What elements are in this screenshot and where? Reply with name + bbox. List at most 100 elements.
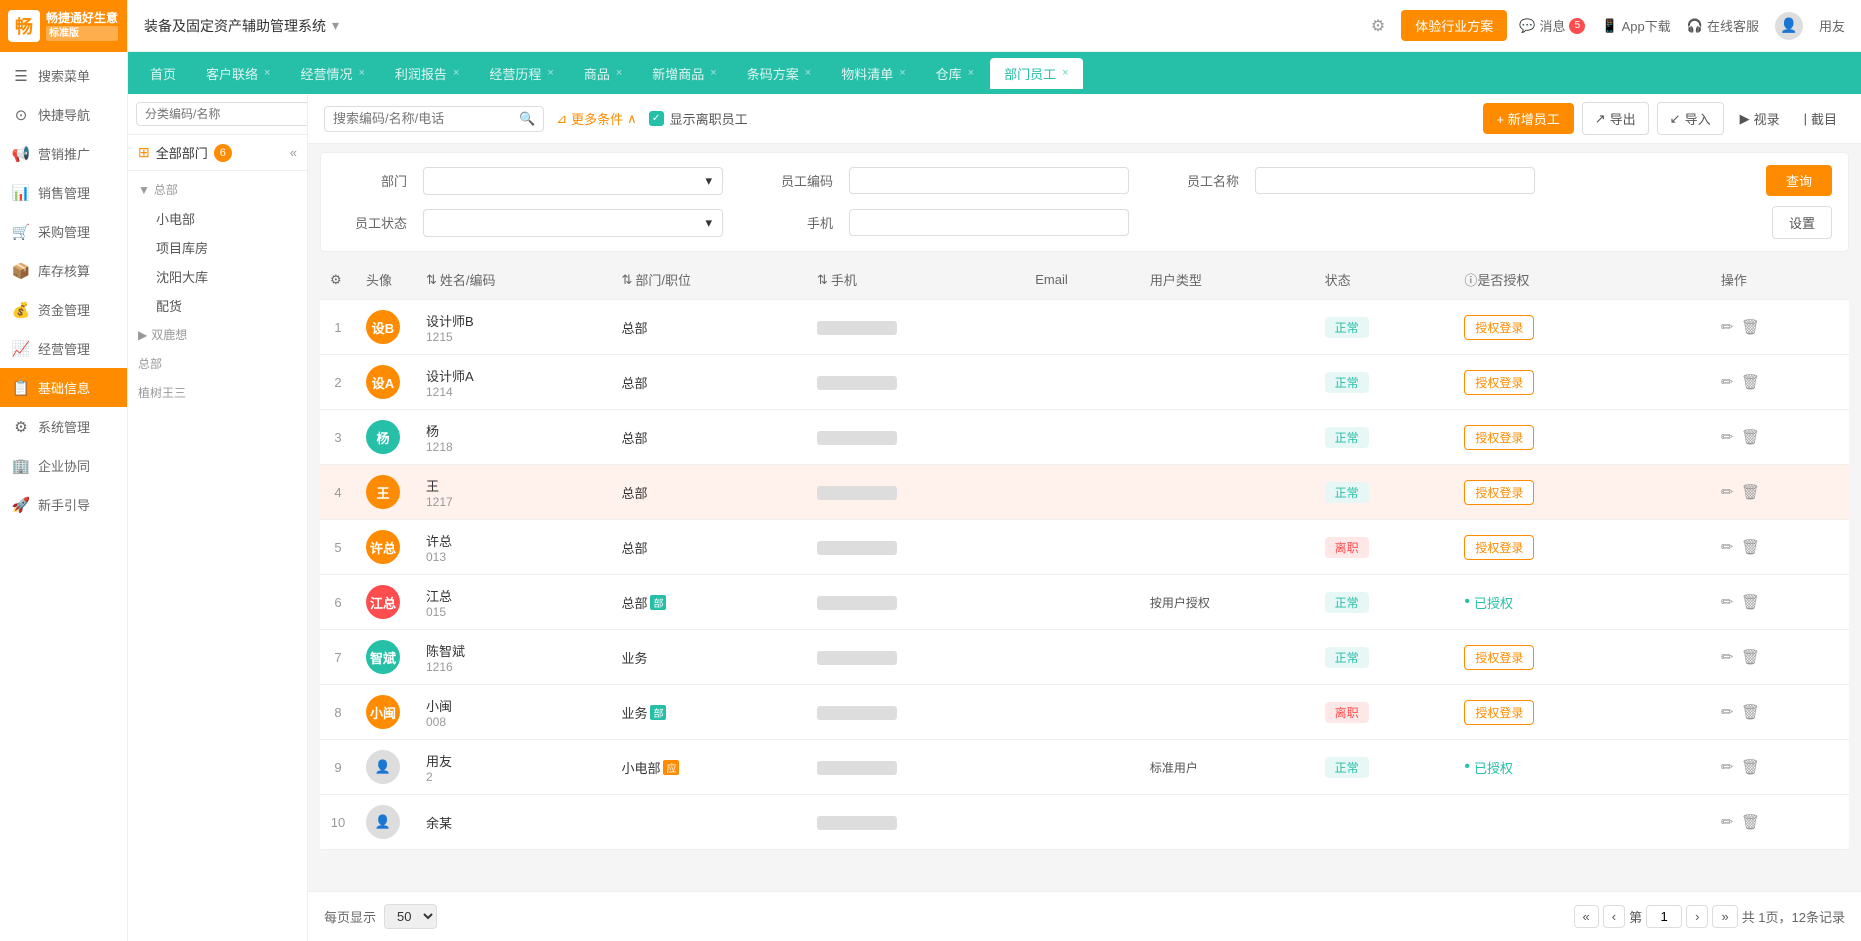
close-icon[interactable]: ×: [968, 67, 974, 79]
tab-customer[interactable]: 客户联络×: [192, 58, 284, 89]
delete-icon[interactable]: 🗑: [1741, 649, 1760, 666]
auth-button[interactable]: 授权登录: [1464, 700, 1534, 725]
edit-icon[interactable]: ✏: [1721, 374, 1734, 391]
sidebar-item-marketing[interactable]: 📢 营销推广: [0, 134, 127, 173]
th-phone[interactable]: ⇅手机: [807, 260, 1025, 300]
auth-button[interactable]: 授权登录: [1464, 480, 1534, 505]
sidebar-item-shortcut[interactable]: ⊙ 快捷导航: [0, 95, 127, 134]
auth-button[interactable]: 授权登录: [1464, 315, 1534, 340]
sidebar-item-guide[interactable]: 🚀 新手引导: [0, 485, 127, 524]
auth-button[interactable]: 授权登录: [1464, 535, 1534, 560]
tab-history[interactable]: 经营历程×: [475, 58, 567, 89]
print-button[interactable]: | 截目: [1796, 103, 1845, 134]
edit-icon[interactable]: ✏: [1721, 429, 1734, 446]
edit-icon[interactable]: ✏: [1721, 759, 1734, 776]
more-conditions-btn[interactable]: ⊿ 更多条件 ∧: [556, 109, 636, 128]
sidebar-item-system[interactable]: ⚙ 系统管理: [0, 407, 127, 446]
auth-button[interactable]: 授权登录: [1464, 425, 1534, 450]
prev-page-button[interactable]: ‹: [1603, 905, 1625, 928]
tree-node-shenyang[interactable]: 沈阳大库: [128, 262, 307, 291]
employee-code-input[interactable]: [849, 167, 1129, 194]
tree-node-peihuo[interactable]: 配货: [128, 291, 307, 320]
edit-icon[interactable]: ✏: [1721, 649, 1734, 666]
close-icon[interactable]: ×: [1062, 67, 1068, 79]
tree-node-xiangmu[interactable]: 项目库房: [128, 233, 307, 262]
tree-node-xiaodiaobu[interactable]: 小电部: [128, 204, 307, 233]
sidebar-item-finance[interactable]: 💰 资金管理: [0, 290, 127, 329]
export-button[interactable]: ↗ 导出: [1582, 102, 1649, 135]
sidebar-item-enterprise[interactable]: 🏢 企业协同: [0, 446, 127, 485]
delete-icon[interactable]: 🗑: [1741, 759, 1760, 776]
close-icon[interactable]: ×: [899, 67, 905, 79]
close-icon[interactable]: ×: [547, 67, 553, 79]
tab-bom[interactable]: 物料清单×: [827, 58, 919, 89]
sidebar-item-sales[interactable]: 📊 销售管理: [0, 173, 127, 212]
tab-department[interactable]: 部门员工×: [990, 58, 1082, 89]
view-button[interactable]: ▶ 视录: [1732, 103, 1788, 134]
dropdown-arrow-icon[interactable]: ▾: [332, 17, 339, 34]
status-select[interactable]: ▾: [423, 209, 723, 237]
last-page-button[interactable]: »: [1712, 905, 1737, 928]
delete-icon[interactable]: 🗑: [1741, 484, 1760, 501]
page-number-input[interactable]: [1646, 905, 1682, 928]
search-input[interactable]: [333, 111, 513, 126]
auth-button[interactable]: 授权登录: [1464, 645, 1534, 670]
th-name[interactable]: ⇅姓名/编码: [416, 260, 611, 300]
phone-input[interactable]: [849, 209, 1129, 236]
close-icon[interactable]: ×: [805, 67, 811, 79]
delete-icon[interactable]: 🗑: [1741, 374, 1760, 391]
close-icon[interactable]: ×: [358, 67, 364, 79]
all-depts-label[interactable]: 全部部门: [156, 143, 208, 162]
close-icon[interactable]: ×: [616, 67, 622, 79]
tab-home[interactable]: 首页: [136, 58, 190, 89]
delete-icon[interactable]: 🗑: [1741, 704, 1760, 721]
auth-button[interactable]: 授权登录: [1464, 370, 1534, 395]
sidebar-item-operation[interactable]: 📈 经营管理: [0, 329, 127, 368]
tab-warehouse[interactable]: 仓库×: [922, 58, 988, 89]
edit-icon[interactable]: ✏: [1721, 319, 1734, 336]
delete-icon[interactable]: 🗑: [1741, 814, 1760, 831]
dept-select[interactable]: ▾: [423, 167, 723, 195]
employee-name-input[interactable]: [1255, 167, 1535, 194]
first-page-button[interactable]: «: [1574, 905, 1599, 928]
tab-operation[interactable]: 经营情况×: [286, 58, 378, 89]
settings-icon[interactable]: ⚙: [1371, 16, 1385, 36]
edit-icon[interactable]: ✏: [1721, 484, 1734, 501]
edit-icon[interactable]: ✏: [1721, 539, 1734, 556]
th-dept[interactable]: ⇅部门/职位: [611, 260, 806, 300]
tree-search-input[interactable]: [136, 102, 308, 126]
tab-goods[interactable]: 商品×: [570, 58, 636, 89]
resigned-checkbox[interactable]: ✓: [649, 111, 664, 126]
collapse-icon[interactable]: «: [290, 145, 297, 160]
message-item[interactable]: 💬 消息 5: [1519, 16, 1585, 35]
edit-icon[interactable]: ✏: [1721, 814, 1734, 831]
query-button[interactable]: 查询: [1766, 165, 1832, 196]
delete-icon[interactable]: 🗑: [1741, 539, 1760, 556]
close-icon[interactable]: ×: [264, 67, 270, 79]
trial-button[interactable]: 体验行业方案: [1401, 10, 1507, 41]
th-settings[interactable]: ⚙: [320, 260, 356, 300]
sidebar-item-search[interactable]: ☰ 搜索菜单: [0, 56, 127, 95]
sidebar-item-purchase[interactable]: 🛒 采购管理: [0, 212, 127, 251]
edit-icon[interactable]: ✏: [1721, 594, 1734, 611]
tab-barcode[interactable]: 条码方案×: [733, 58, 825, 89]
user-avatar[interactable]: 👤: [1775, 12, 1803, 40]
page-size-select[interactable]: 50: [384, 904, 437, 929]
sidebar-item-inventory[interactable]: 📦 库存核算: [0, 251, 127, 290]
user-label[interactable]: 用友: [1819, 16, 1845, 35]
reset-button[interactable]: 设置: [1772, 206, 1832, 239]
close-icon[interactable]: ×: [453, 67, 459, 79]
app-download-item[interactable]: 📱 App下载: [1601, 16, 1670, 35]
delete-icon[interactable]: 🗑: [1741, 319, 1760, 336]
edit-icon[interactable]: ✏: [1721, 704, 1734, 721]
add-employee-button[interactable]: + 新增员工: [1483, 103, 1574, 134]
delete-icon[interactable]: 🗑: [1741, 594, 1760, 611]
delete-icon[interactable]: 🗑: [1741, 429, 1760, 446]
online-service-item[interactable]: 🎧 在线客服: [1687, 16, 1759, 35]
tab-new-goods[interactable]: 新增商品×: [638, 58, 730, 89]
close-icon[interactable]: ×: [710, 67, 716, 79]
next-page-button[interactable]: ›: [1686, 905, 1708, 928]
tab-profit[interactable]: 利润报告×: [381, 58, 473, 89]
sidebar-item-basic[interactable]: 📋 基础信息: [0, 368, 127, 407]
import-button[interactable]: ↙ 导入: [1657, 102, 1724, 135]
